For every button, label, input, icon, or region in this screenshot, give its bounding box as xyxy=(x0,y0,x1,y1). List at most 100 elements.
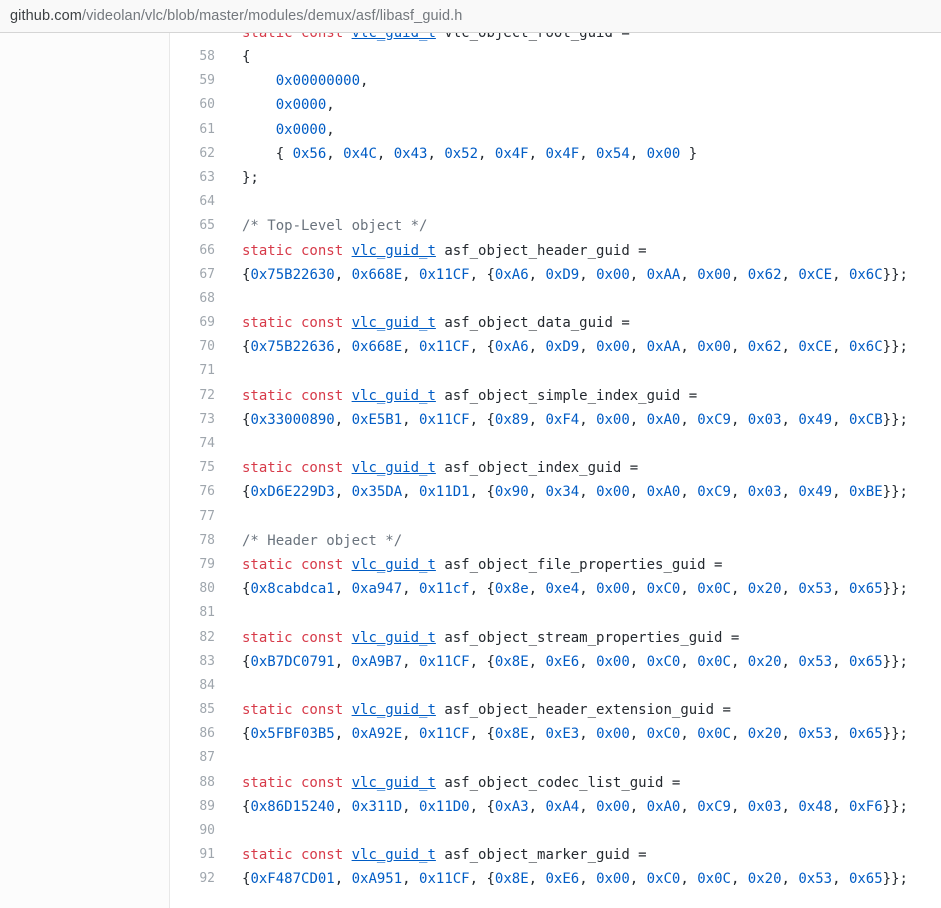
line-number[interactable]: 91 xyxy=(170,843,215,867)
line-number[interactable]: 70 xyxy=(170,335,215,359)
code-nav-link[interactable]: vlc_guid_t xyxy=(352,388,436,404)
line-number[interactable]: 61 xyxy=(170,118,215,142)
line-number[interactable]: 79 xyxy=(170,553,215,577)
code-text: {0xD6E229D3, 0x35DA, 0x11D1, {0x90, 0x34… xyxy=(242,480,908,504)
hex-literal: 0x0000 xyxy=(275,97,327,114)
hex-literal: 0xC0 xyxy=(646,653,681,670)
line-number[interactable]: 82 xyxy=(170,626,215,650)
line-number[interactable]: 64 xyxy=(170,190,215,214)
line-number[interactable]: 77 xyxy=(170,505,215,529)
code-token: , xyxy=(402,581,420,598)
line-number[interactable]: 69 xyxy=(170,311,215,335)
code-line: 75 static const vlc_guid_t asf_object_ind… xyxy=(170,456,941,480)
line-number[interactable]: 58 xyxy=(170,45,215,69)
hex-literal: 0xD9 xyxy=(545,266,580,283)
line-number[interactable]: 88 xyxy=(170,771,215,795)
code-nav-link[interactable]: vlc_guid_t xyxy=(352,630,436,646)
line-number[interactable]: 78 xyxy=(170,529,215,553)
hex-literal: 0xCE xyxy=(798,339,833,356)
line-number[interactable]: 65 xyxy=(170,214,215,238)
line-number[interactable]: 89 xyxy=(170,795,215,819)
github-code-page: static const vlc_guid_t vlc_object_root_… xyxy=(0,33,941,908)
line-number[interactable]: 62 xyxy=(170,142,215,166)
code-line: 69 static const vlc_guid_t asf_object_dat… xyxy=(170,311,941,335)
hex-literal: 0x11CF xyxy=(419,726,470,743)
line-number[interactable]: 86 xyxy=(170,722,215,746)
code-line: 80 {0x8cabdca1, 0xa947, 0x11cf, {0x8e, 0x… xyxy=(170,577,941,601)
line-number[interactable]: 81 xyxy=(170,601,215,625)
code-text: {0xB7DC0791, 0xA9B7, 0x11CF, {0x8E, 0xE6… xyxy=(242,650,908,674)
line-number[interactable]: 63 xyxy=(170,166,215,190)
code-token: , xyxy=(402,871,420,888)
code-token: , xyxy=(334,871,352,888)
code-token: , xyxy=(730,726,748,743)
code-token: , xyxy=(579,798,597,815)
code-token: , xyxy=(680,484,698,501)
hex-literal: 0x6C xyxy=(848,266,883,283)
code-nav-link[interactable]: vlc_guid_t xyxy=(352,847,436,863)
hex-literal: 0x03 xyxy=(747,798,782,815)
hex-literal: 0x00 xyxy=(596,726,630,743)
line-number[interactable]: 85 xyxy=(170,698,215,722)
line-number[interactable]: 87 xyxy=(170,746,215,770)
address-bar[interactable]: github.com/videolan/vlc/blob/master/modu… xyxy=(0,0,941,33)
hex-literal: 0xB7DC0791 xyxy=(250,653,335,670)
code-nav-link[interactable]: vlc_guid_t xyxy=(352,243,436,259)
code-token: , xyxy=(427,145,445,162)
line-number[interactable]: 83 xyxy=(170,650,215,674)
code-token: , xyxy=(402,339,420,356)
code-text: }; xyxy=(242,166,259,190)
hex-literal: 0x00 xyxy=(596,266,630,283)
code-token: , xyxy=(402,411,420,428)
line-number[interactable]: 92 xyxy=(170,867,215,891)
code-text: static const vlc_guid_t asf_object_codec… xyxy=(242,771,680,795)
code-nav-link[interactable]: vlc_guid_t xyxy=(352,33,436,41)
line-number[interactable]: 59 xyxy=(170,69,215,93)
code-text: {0x75B22636, 0x668E, 0x11CF, {0xA6, 0xD9… xyxy=(242,335,908,359)
code-token: , xyxy=(629,871,647,888)
code-token: , xyxy=(730,411,748,428)
line-number[interactable]: 74 xyxy=(170,432,215,456)
code-token: , xyxy=(781,411,799,428)
line-number[interactable]: 75 xyxy=(170,456,215,480)
line-number[interactable]: 67 xyxy=(170,263,215,287)
code-token: { xyxy=(242,145,293,162)
code-token: }}; xyxy=(882,484,908,501)
line-number[interactable]: 71 xyxy=(170,359,215,383)
code-text: {0x33000890, 0xE5B1, 0x11CF, {0x89, 0xF4… xyxy=(242,408,908,432)
line-number[interactable]: 68 xyxy=(170,287,215,311)
code-token: , xyxy=(629,411,647,428)
code-nav-link[interactable]: vlc_guid_t xyxy=(352,702,436,718)
line-number[interactable]: 76 xyxy=(170,480,215,504)
hex-literal: 0x48 xyxy=(798,798,833,815)
code-text: static const vlc_guid_t asf_object_file_… xyxy=(242,553,722,577)
code-token: asf_object_data_guid = xyxy=(435,315,630,332)
code-nav-link[interactable]: vlc_guid_t xyxy=(352,775,436,791)
code-token: , xyxy=(579,726,597,743)
line-number[interactable] xyxy=(170,33,215,45)
code-token: , xyxy=(730,798,748,815)
code-nav-link[interactable]: vlc_guid_t xyxy=(352,315,436,331)
code-nav-link[interactable]: vlc_guid_t xyxy=(352,460,436,476)
code-line: 92 {0xF487CD01, 0xA951, 0x11CF, {0x8E, 0x… xyxy=(170,867,941,891)
hex-literal: 0x668E xyxy=(351,266,403,283)
hex-literal: 0x00 xyxy=(596,581,630,598)
code-token: , xyxy=(832,484,849,501)
line-number[interactable]: 90 xyxy=(170,819,215,843)
code-token: , xyxy=(629,726,647,743)
code-line: 85 static const vlc_guid_t asf_object_hea… xyxy=(170,698,941,722)
line-number[interactable]: 66 xyxy=(170,239,215,263)
browser-window: github.com/videolan/vlc/blob/master/modu… xyxy=(0,0,941,908)
line-number[interactable]: 73 xyxy=(170,408,215,432)
code-nav-link[interactable]: vlc_guid_t xyxy=(352,557,436,573)
code-token: , xyxy=(334,484,352,501)
line-number[interactable]: 80 xyxy=(170,577,215,601)
code-text: {0x8cabdca1, 0xa947, 0x11cf, {0x8e, 0xe4… xyxy=(242,577,908,601)
code-token: }}; xyxy=(882,653,908,670)
line-number[interactable]: 72 xyxy=(170,384,215,408)
code-token: , xyxy=(832,871,849,888)
line-number[interactable]: 84 xyxy=(170,674,215,698)
line-number[interactable]: 60 xyxy=(170,93,215,117)
